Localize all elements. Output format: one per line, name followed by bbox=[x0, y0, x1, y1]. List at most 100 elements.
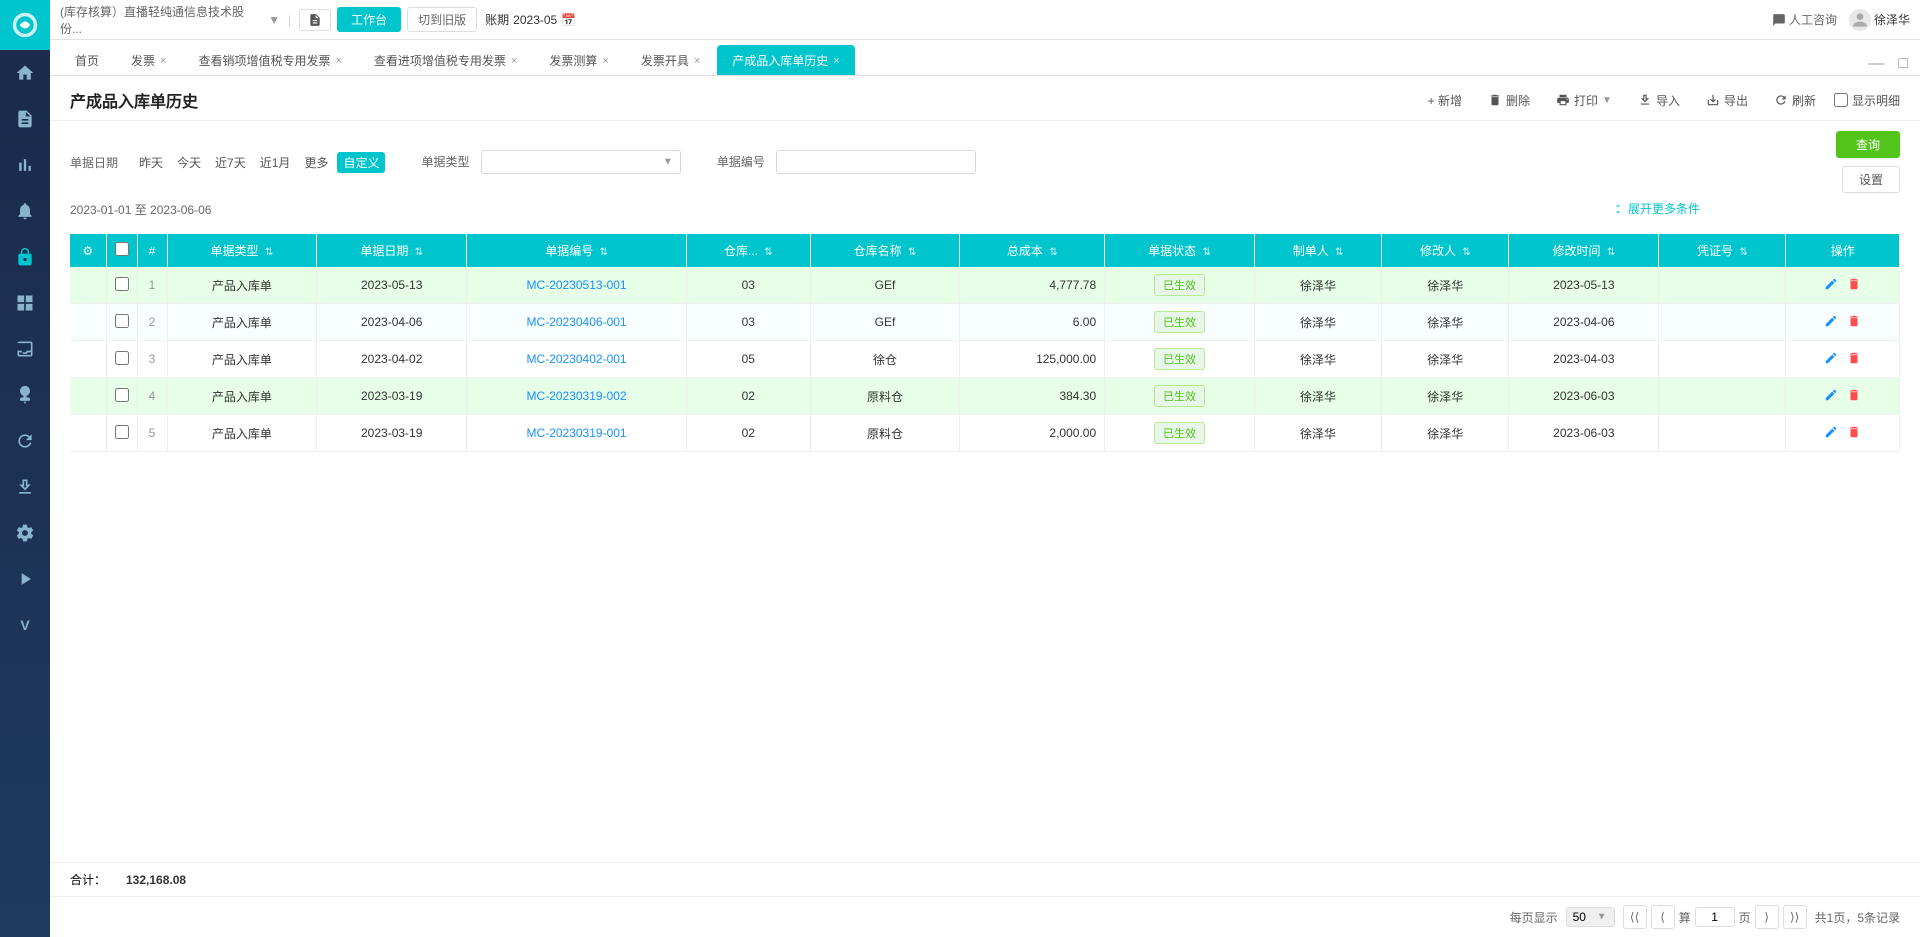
sidebar-item-inbox[interactable] bbox=[0, 326, 50, 372]
sidebar-item-download[interactable] bbox=[0, 464, 50, 510]
delete-btn[interactable] bbox=[1844, 425, 1864, 442]
tab-invoice-calc-close[interactable]: × bbox=[602, 55, 608, 67]
tab-maximize[interactable]: □ bbox=[1894, 53, 1912, 75]
sidebar-item-refresh[interactable] bbox=[0, 418, 50, 464]
service-btn[interactable]: 人工咨询 bbox=[1772, 11, 1837, 28]
tab-product-stock[interactable]: 产成品入库单历史 × bbox=[717, 45, 854, 75]
row-checkbox[interactable] bbox=[115, 388, 129, 402]
td-number[interactable]: MC-20230402-001 bbox=[467, 341, 687, 378]
tab-purchase-vat[interactable]: 查看进项增值税专用发票 × bbox=[359, 45, 532, 75]
delete-button[interactable]: 删除 bbox=[1480, 89, 1538, 112]
edit-btn[interactable] bbox=[1821, 388, 1841, 405]
set-button[interactable]: 设置 bbox=[1842, 166, 1900, 193]
date-btn-1month[interactable]: 近1月 bbox=[255, 152, 296, 173]
page-prev[interactable]: ⟨ bbox=[1651, 905, 1675, 929]
th-total-cost[interactable]: 总成本 ⇅ bbox=[960, 234, 1105, 267]
display-toggle-checkbox[interactable] bbox=[1834, 93, 1848, 107]
export-button[interactable]: 导出 bbox=[1698, 89, 1756, 112]
tab-invoice-close[interactable]: × bbox=[160, 55, 166, 67]
select-all-checkbox[interactable] bbox=[115, 242, 129, 256]
sidebar-item-stamp[interactable] bbox=[0, 372, 50, 418]
type-select[interactable] bbox=[481, 150, 681, 174]
print-dropdown-icon[interactable]: ▼ bbox=[1602, 95, 1612, 106]
th-modifier[interactable]: 修改人 ⇅ bbox=[1382, 234, 1509, 267]
th-status[interactable]: 单据状态 ⇅ bbox=[1105, 234, 1255, 267]
edit-btn[interactable] bbox=[1821, 425, 1841, 442]
delete-btn[interactable] bbox=[1844, 388, 1864, 405]
tab-invoice-calc[interactable]: 发票测算 × bbox=[534, 45, 623, 75]
sidebar-item-gear[interactable] bbox=[0, 510, 50, 556]
sidebar-item-lock[interactable] bbox=[0, 234, 50, 280]
page-last[interactable]: ⟩⟩ bbox=[1783, 905, 1807, 929]
import-button[interactable]: 导入 bbox=[1630, 89, 1688, 112]
expand-btn[interactable]: 展开更多条件 bbox=[1612, 200, 1700, 217]
delete-btn[interactable] bbox=[1844, 351, 1864, 368]
td-checkbox[interactable] bbox=[106, 378, 137, 415]
sidebar-item-grid[interactable] bbox=[0, 280, 50, 326]
td-checkbox[interactable] bbox=[106, 415, 137, 452]
td-number[interactable]: MC-20230319-002 bbox=[467, 378, 687, 415]
tab-home[interactable]: 首页 bbox=[60, 45, 114, 75]
delete-btn[interactable] bbox=[1844, 277, 1864, 294]
row-checkbox[interactable] bbox=[115, 314, 129, 328]
page-input[interactable] bbox=[1695, 907, 1735, 927]
td-checkbox[interactable] bbox=[106, 304, 137, 341]
th-settings[interactable]: ⚙ bbox=[70, 234, 106, 267]
sidebar-item-chart[interactable] bbox=[0, 142, 50, 188]
document-icon-btn[interactable] bbox=[299, 9, 331, 31]
company-dropdown-icon[interactable]: ▼ bbox=[268, 13, 280, 27]
sidebar-item-home[interactable] bbox=[0, 50, 50, 96]
th-warehouse-code[interactable]: 仓库... ⇅ bbox=[687, 234, 811, 267]
row-checkbox[interactable] bbox=[115, 351, 129, 365]
tab-purchase-vat-close[interactable]: × bbox=[511, 55, 517, 67]
tab-invoice-issue[interactable]: 发票开具 × bbox=[626, 45, 715, 75]
edit-btn[interactable] bbox=[1821, 314, 1841, 331]
tab-product-stock-close[interactable]: × bbox=[833, 55, 839, 67]
date-btn-7days[interactable]: 近7天 bbox=[210, 152, 251, 173]
page-first[interactable]: ⟨⟨ bbox=[1623, 905, 1647, 929]
row-checkbox[interactable] bbox=[115, 425, 129, 439]
edit-btn[interactable] bbox=[1821, 277, 1841, 294]
th-date[interactable]: 单据日期 ⇅ bbox=[317, 234, 467, 267]
print-button[interactable]: 打印 ▼ bbox=[1548, 89, 1620, 112]
row-checkbox[interactable] bbox=[115, 277, 129, 291]
tab-sales-vat[interactable]: 查看销项增值税专用发票 × bbox=[183, 45, 356, 75]
date-btn-more[interactable]: 更多 bbox=[299, 152, 333, 173]
td-checkbox[interactable] bbox=[106, 341, 137, 378]
delete-btn[interactable] bbox=[1844, 314, 1864, 331]
user-menu[interactable]: 徐泽华 bbox=[1849, 9, 1910, 31]
number-input[interactable] bbox=[776, 150, 976, 174]
tab-sales-vat-close[interactable]: × bbox=[335, 55, 341, 67]
tab-minimize[interactable]: — bbox=[1864, 53, 1888, 75]
sidebar-item-play[interactable] bbox=[0, 556, 50, 602]
per-page-select[interactable]: 10 20 50 100 bbox=[1566, 907, 1615, 927]
edit-btn[interactable] bbox=[1821, 351, 1841, 368]
td-checkbox[interactable] bbox=[106, 267, 137, 304]
tab-invoice-issue-close[interactable]: × bbox=[694, 55, 700, 67]
refresh-button[interactable]: 刷新 bbox=[1766, 89, 1824, 112]
th-type[interactable]: 单据类型 ⇅ bbox=[167, 234, 317, 267]
page-next[interactable]: ⟩ bbox=[1755, 905, 1779, 929]
td-number[interactable]: MC-20230319-001 bbox=[467, 415, 687, 452]
td-number[interactable]: MC-20230513-001 bbox=[467, 267, 687, 304]
date-btn-custom[interactable]: 自定义 bbox=[337, 152, 385, 173]
td-number[interactable]: MC-20230406-001 bbox=[467, 304, 687, 341]
workbench-button[interactable]: 工作台 bbox=[337, 7, 401, 32]
sidebar-item-documents[interactable] bbox=[0, 96, 50, 142]
tab-invoice[interactable]: 发票 × bbox=[116, 45, 181, 75]
switch-button[interactable]: 切到旧版 bbox=[407, 7, 477, 32]
new-button[interactable]: + 新增 bbox=[1420, 89, 1470, 112]
query-button[interactable]: 查询 bbox=[1836, 131, 1900, 158]
th-checkbox[interactable] bbox=[106, 234, 137, 267]
th-creator[interactable]: 制单人 ⇅ bbox=[1254, 234, 1381, 267]
display-toggle[interactable]: 显示明细 bbox=[1834, 92, 1900, 109]
sidebar-item-v[interactable]: V bbox=[0, 602, 50, 648]
th-warehouse-name[interactable]: 仓库名称 ⇅ bbox=[810, 234, 960, 267]
sidebar-item-bell[interactable] bbox=[0, 188, 50, 234]
date-btn-today[interactable]: 今天 bbox=[172, 152, 206, 173]
th-modify-time[interactable]: 修改时间 ⇅ bbox=[1509, 234, 1659, 267]
th-number[interactable]: 单据编号 ⇅ bbox=[467, 234, 687, 267]
calendar-icon[interactable]: 📅 bbox=[561, 13, 576, 27]
date-btn-yesterday[interactable]: 昨天 bbox=[134, 152, 168, 173]
th-voucher[interactable]: 凭证号 ⇅ bbox=[1659, 234, 1786, 267]
